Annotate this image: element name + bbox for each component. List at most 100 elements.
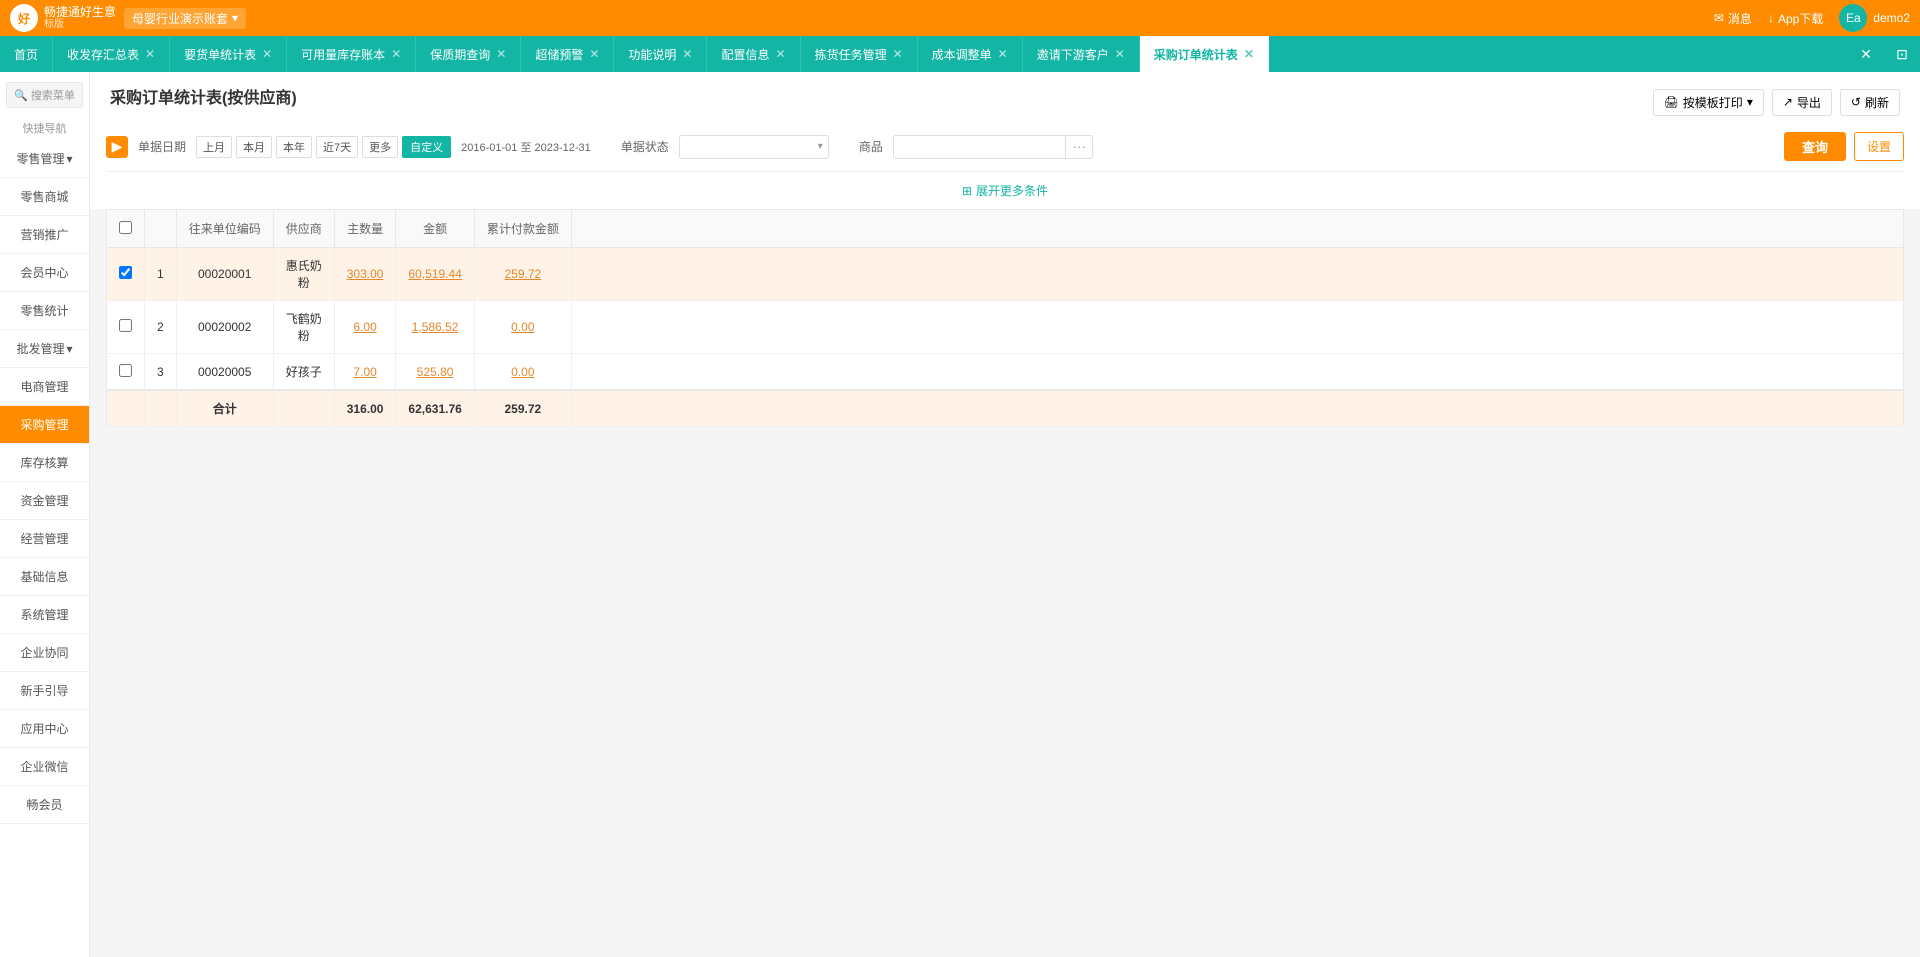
row-main-qty[interactable]: 7.00 [334,354,396,391]
tab-function-desc[interactable]: 功能说明 ✕ [614,36,707,72]
workspace-selector[interactable]: 母婴行业演示账套 ▾ [124,8,246,29]
tab-pick-task[interactable]: 拣货任务管理 ✕ [801,36,918,72]
row-select-checkbox[interactable] [119,266,132,279]
message-button[interactable]: ✉ 消息 [1714,10,1752,27]
close-tab-pick-task[interactable]: ✕ [893,47,903,61]
close-tab-cost-adjust[interactable]: ✕ [998,47,1008,61]
close-tab-purchase-summary[interactable]: ✕ [1244,47,1254,61]
date-quick-buttons: 上月 本月 本年 近7天 更多 自定义 [196,136,451,158]
tab-overstock-warning[interactable]: 超储预警 ✕ [521,36,614,72]
query-button[interactable]: 查询 [1784,132,1846,161]
sidebar-item-marketing[interactable]: 营销推广 [0,216,89,254]
tab-order-summary[interactable]: 要货单统计表 ✕ [170,36,287,72]
sidebar-item-finance[interactable]: 资金管理 [0,482,89,520]
row-paid-amount[interactable]: 0.00 [474,301,571,354]
close-tab-function-desc[interactable]: ✕ [682,47,692,61]
sidebar-item-retail-stats[interactable]: 零售统计 [0,292,89,330]
table-row[interactable]: 3 00020005 好孩子 7.00 525.80 0.00 [107,354,1904,391]
goods-label: 商品 [859,138,883,155]
sidebar-item-app-center[interactable]: 应用中心 [0,710,89,748]
sidebar-item-purchase[interactable]: 采购管理 [0,406,89,444]
table-row[interactable]: 1 00020001 惠氏奶粉 303.00 60,519.44 259.72 [107,248,1904,301]
sidebar-item-member[interactable]: 会员中心 [0,254,89,292]
sidebar-item-basic-info[interactable]: 基础信息 [0,558,89,596]
date-this-year-btn[interactable]: 本年 [276,136,312,158]
row-main-qty[interactable]: 6.00 [334,301,396,354]
select-all-checkbox[interactable] [119,221,132,234]
tab-config-info[interactable]: 配置信息 ✕ [707,36,800,72]
row-select-checkbox[interactable] [119,319,132,332]
sidebar-search-input[interactable]: 🔍 搜索菜单 [6,82,83,108]
date-more-btn[interactable]: 更多 [362,136,398,158]
status-select[interactable] [679,135,829,159]
refresh-button[interactable]: ↺ 刷新 [1840,89,1900,116]
tab-cost-adjust[interactable]: 成本调整单 ✕ [918,36,1023,72]
tab-invite-downstream[interactable]: 邀请下游客户 ✕ [1023,36,1140,72]
close-tab-inventory-ledger[interactable]: ✕ [391,47,401,61]
expand-more-row: ⊞ 展开更多条件 [106,171,1904,209]
row-unit-code: 00020001 [176,248,273,301]
row-main-qty[interactable]: 303.00 [334,248,396,301]
export-button[interactable]: ↗ 导出 [1772,89,1832,116]
status-label: 单据状态 [621,138,669,155]
page-top-area: 采购订单统计表(按供应商) 🖨 按模板打印 ▾ ↗ 导出 ↺ 刷新 [90,72,1920,120]
close-tab-config-info[interactable]: ✕ [776,47,786,61]
sidebar-quick-nav[interactable]: 快捷导航 [0,114,89,140]
row-supplier: 好孩子 [273,354,334,391]
template-print-button[interactable]: 🖨 按模板打印 ▾ [1653,89,1764,116]
settings-button[interactable]: 设置 [1854,132,1904,161]
user-avatar[interactable]: Ea demo2 [1839,4,1910,32]
logo-area: 好 畅捷通好生意 标版 [10,4,116,32]
tab-receive-summary[interactable]: 收发存汇总表 ✕ [53,36,170,72]
footer-empty [571,390,1903,427]
row-amount[interactable]: 60,519.44 [396,248,474,301]
app-download-button[interactable]: ↓ App下载 [1768,10,1823,27]
close-tab-order-summary[interactable]: ✕ [262,47,272,61]
sidebar-item-enterprise-wechat[interactable]: 企业微信 [0,748,89,786]
row-unit-code: 00020005 [176,354,273,391]
goods-input[interactable] [893,135,1093,159]
goods-input-more-button[interactable]: ··· [1065,135,1093,159]
close-tab-expiry-query[interactable]: ✕ [496,47,506,61]
sidebar-item-system[interactable]: 系统管理 [0,596,89,634]
sidebar-item-new-guide[interactable]: 新手引导 [0,672,89,710]
row-paid-amount[interactable]: 0.00 [474,354,571,391]
restore-tabs-button[interactable]: ⊡ [1884,36,1920,72]
sidebar-item-operations[interactable]: 经营管理 [0,520,89,558]
date-last-7days-btn[interactable]: 近7天 [316,136,358,158]
sidebar-item-retail[interactable]: 零售管理 ▾ [0,140,89,178]
row-select-checkbox[interactable] [119,364,132,377]
date-custom-btn[interactable]: 自定义 [402,136,451,158]
row-amount[interactable]: 525.80 [396,354,474,391]
sidebar-item-retail-mall[interactable]: 零售商城 [0,178,89,216]
table-section: 往来单位编码 供应商 主数量 金额 累计付款金额 1 00020001 惠氏奶粉 [90,209,1920,957]
row-index: 1 [145,248,177,301]
close-tab-receive-summary[interactable]: ✕ [145,47,155,61]
close-tab-invite-downstream[interactable]: ✕ [1115,47,1125,61]
row-paid-amount[interactable]: 259.72 [474,248,571,301]
tab-inventory-ledger[interactable]: 可用量库存账本 ✕ [287,36,416,72]
refresh-icon: ↺ [1851,95,1861,109]
row-amount[interactable]: 1,586.52 [396,301,474,354]
sidebar-item-ecommerce[interactable]: 电商管理 [0,368,89,406]
sidebar-item-enterprise-collab[interactable]: 企业协同 [0,634,89,672]
sidebar-item-wholesale[interactable]: 批发管理 ▾ [0,330,89,368]
close-tab-overstock-warning[interactable]: ✕ [589,47,599,61]
sidebar-item-inventory[interactable]: 库存核算 [0,444,89,482]
tab-purchase-summary[interactable]: 采购订单统计表 ✕ [1140,36,1269,72]
expand-more-button[interactable]: ⊞ 展开更多条件 [962,178,1048,203]
table-row[interactable]: 2 00020002 飞鹤奶粉 6.00 1,586.52 0.00 [107,301,1904,354]
footer-index [145,390,177,427]
close-all-tabs-button[interactable]: ✕ [1848,36,1884,72]
col-header-empty [571,210,1903,248]
nav-tabs: 首页 收发存汇总表 ✕ 要货单统计表 ✕ 可用量库存账本 ✕ 保质期查询 ✕ 超… [0,36,1920,72]
tab-expiry-query[interactable]: 保质期查询 ✕ [416,36,521,72]
row-checkbox [107,248,145,301]
date-this-month-btn[interactable]: 本月 [236,136,272,158]
top-bar: 好 畅捷通好生意 标版 母婴行业演示账套 ▾ ✉ 消息 ↓ App下载 Ea d… [0,0,1920,36]
row-supplier: 飞鹤奶粉 [273,301,334,354]
date-last-month-btn[interactable]: 上月 [196,136,232,158]
sidebar-item-vip[interactable]: 畅会员 [0,786,89,824]
tab-home[interactable]: 首页 [0,36,53,72]
filter-toggle-button[interactable]: ▶ [106,136,128,158]
